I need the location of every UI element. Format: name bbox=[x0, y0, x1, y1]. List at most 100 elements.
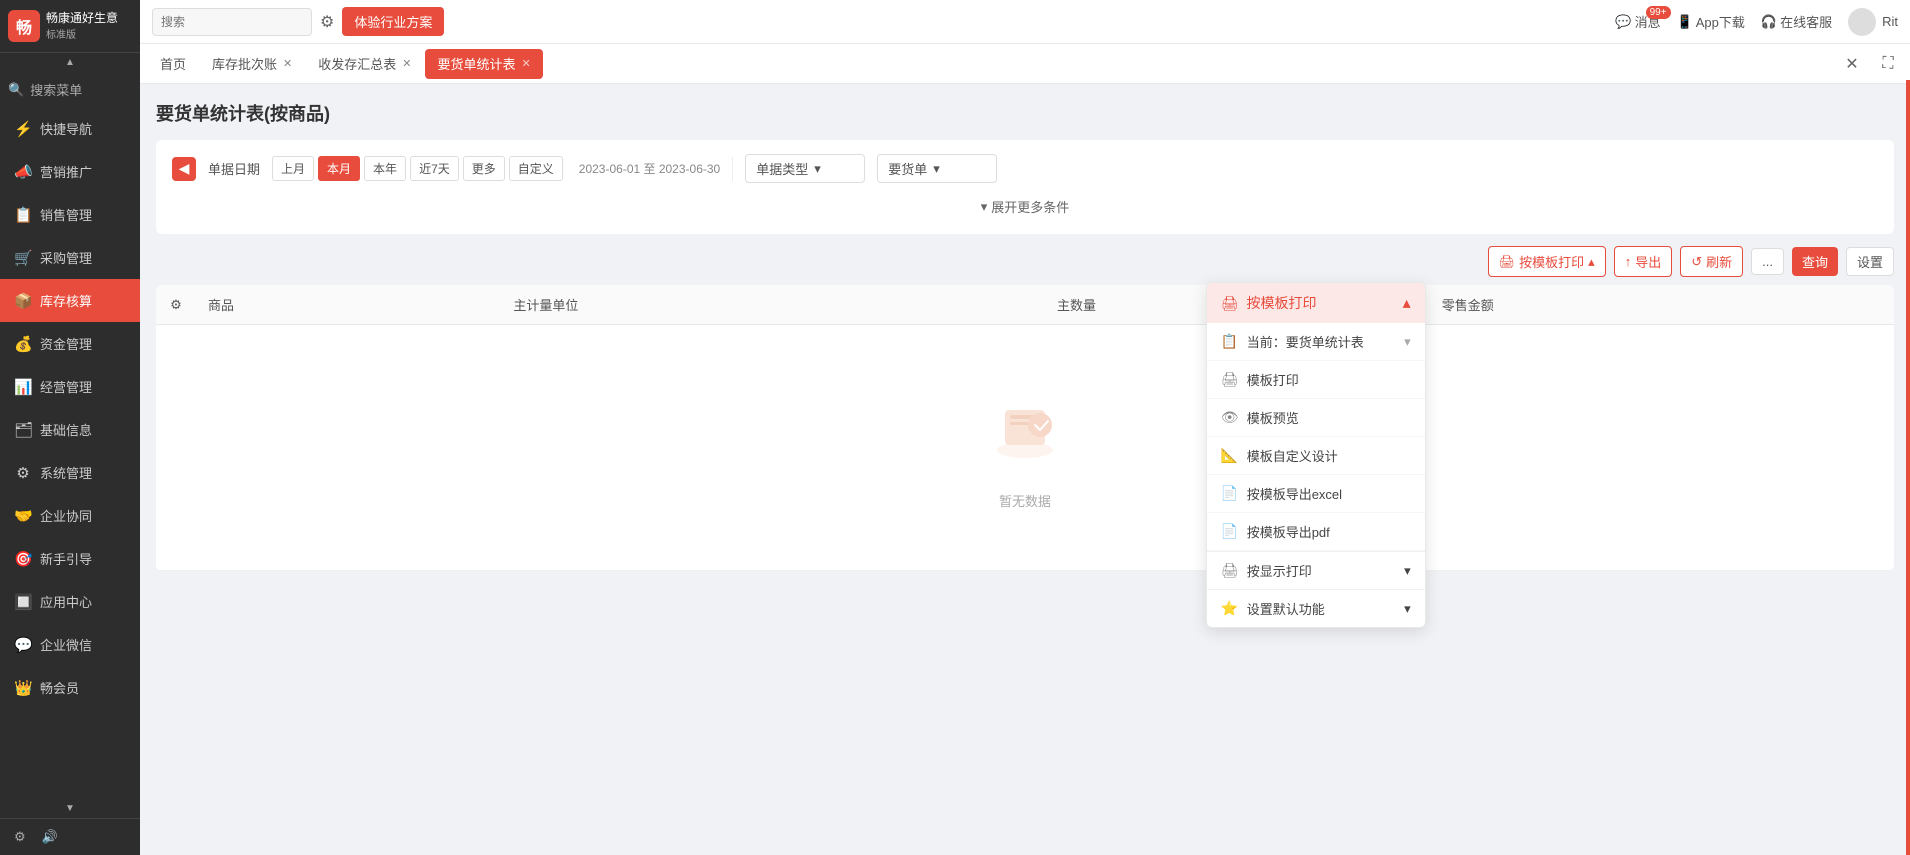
sidebar-item-sales[interactable]: 📋 销售管理 bbox=[0, 193, 140, 236]
dropdown-template-custom[interactable]: 📐 模板自定义设计 bbox=[1207, 437, 1425, 475]
app-logo-icon: 畅 bbox=[8, 10, 40, 42]
doc-type-label: 单据类型 bbox=[756, 159, 808, 178]
sidebar-item-basics[interactable]: 🗂 基础信息 bbox=[0, 408, 140, 451]
refresh-button[interactable]: ↺ 刷新 bbox=[1680, 246, 1743, 277]
date-btn-prev-month[interactable]: 上月 bbox=[272, 156, 314, 181]
sidebar-item-inventory[interactable]: 📦 库存核算 bbox=[0, 279, 140, 322]
print-template-button[interactable]: 🖨 按模板打印 bbox=[1488, 246, 1606, 277]
tab-order-stats[interactable]: 要货单统计表 ✕ bbox=[425, 49, 542, 79]
template-pdf-label: 按模板导出pdf bbox=[1247, 522, 1330, 541]
sidebar-item-quick-nav[interactable]: ⚡ 快捷导航 bbox=[0, 107, 140, 150]
sidebar-item-marketing[interactable]: 📣 营销推广 bbox=[0, 150, 140, 193]
service-icon: 🎧 bbox=[1761, 14, 1777, 30]
data-table-card: ⚙ 商品 主计量单位 主数量 零售金额 bbox=[156, 285, 1894, 571]
dropdown-current-label: 当前：要货单统计表 bbox=[1247, 332, 1364, 351]
sidebar-item-finance[interactable]: 💰 资金管理 bbox=[0, 322, 140, 365]
settings-button[interactable]: 设置 bbox=[1846, 247, 1894, 276]
sidebar-item-label: 应用中心 bbox=[40, 592, 92, 611]
marketing-icon: 📣 bbox=[14, 163, 32, 181]
sidebar-scroll-up[interactable]: ▲ bbox=[0, 53, 140, 72]
messages-badge[interactable]: 💬 消息 99+ bbox=[1615, 12, 1660, 31]
tab-collection-summary-close[interactable]: ✕ bbox=[402, 57, 411, 70]
user-profile[interactable]: Rit bbox=[1848, 8, 1898, 36]
sidebar-item-guide[interactable]: 🎯 新手引导 bbox=[0, 537, 140, 580]
tab-fullscreen-button[interactable]: ⛶ bbox=[1874, 50, 1902, 78]
date-btn-current-year[interactable]: 本年 bbox=[364, 156, 406, 181]
col-goods: 商品 bbox=[196, 285, 501, 325]
download-icon: 📱 bbox=[1677, 14, 1693, 30]
more-label: ... bbox=[1762, 254, 1773, 269]
goods-filter-select[interactable]: 要货单 bbox=[877, 154, 997, 183]
sidebar-item-operation[interactable]: 📊 经营管理 bbox=[0, 365, 140, 408]
online-service[interactable]: 🎧 在线客服 bbox=[1761, 12, 1832, 31]
tab-inventory-batch[interactable]: 库存批次账 ✕ bbox=[200, 49, 304, 79]
sidebar-item-wechat[interactable]: 💬 企业微信 bbox=[0, 623, 140, 666]
print-template-label: 按模板打印 bbox=[1519, 252, 1584, 271]
sidebar-item-member[interactable]: 👑 畅会员 bbox=[0, 666, 140, 709]
user-name: Rit bbox=[1882, 14, 1898, 29]
dropdown-template-pdf[interactable]: 📄 按模板导出pdf bbox=[1207, 513, 1425, 551]
col-settings[interactable]: ⚙ bbox=[156, 285, 196, 325]
display-print-icon: 🖨 bbox=[1221, 562, 1237, 579]
message-icon: 💬 bbox=[1615, 14, 1631, 30]
query-button[interactable]: 查询 bbox=[1792, 247, 1838, 276]
dropdown-header: 🖨 按模板打印 ▴ bbox=[1207, 283, 1425, 323]
expand-more-button[interactable]: ▾ 展开更多条件 bbox=[973, 193, 1078, 220]
more-button[interactable]: ... bbox=[1751, 248, 1784, 275]
app-download[interactable]: 📱 App下载 bbox=[1677, 12, 1745, 31]
date-btn-more[interactable]: 更多 bbox=[463, 156, 505, 181]
tab-inventory-batch-close[interactable]: ✕ bbox=[283, 57, 292, 70]
export-label: 导出 bbox=[1635, 252, 1661, 271]
search-input[interactable] bbox=[152, 8, 312, 36]
sidebar-scroll-down[interactable]: ▼ bbox=[0, 799, 140, 818]
sidebar-nav: ⚡ 快捷导航 📣 营销推广 📋 销售管理 🛒 采购管理 📦 库存核算 💰 资金管… bbox=[0, 107, 140, 799]
filter-collapse-button[interactable]: ◀ bbox=[172, 157, 196, 181]
quick-nav-icon: ⚡ bbox=[14, 120, 32, 138]
dropdown-template-print[interactable]: 🖨 模板打印 bbox=[1207, 361, 1425, 399]
dropdown-template-excel[interactable]: 📄 按模板导出excel bbox=[1207, 475, 1425, 513]
table-body: 暂无数据 bbox=[156, 325, 1894, 571]
dropdown-template-preview[interactable]: 👁 模板预览 bbox=[1207, 399, 1425, 437]
tab-collection-summary[interactable]: 收发存汇总表 ✕ bbox=[306, 49, 423, 79]
volume-icon[interactable]: 🔊 bbox=[42, 829, 58, 845]
empty-state: 暂无数据 bbox=[156, 325, 1894, 570]
tab-order-stats-close[interactable]: ✕ bbox=[522, 57, 531, 70]
date-btn-last-7-days[interactable]: 近7天 bbox=[410, 156, 459, 181]
topbar-right: 💬 消息 99+ 📱 App下载 🎧 在线客服 Rit bbox=[1615, 8, 1898, 36]
display-print-label: 按显示打印 bbox=[1247, 561, 1312, 580]
dropdown-title: 按模板打印 bbox=[1246, 293, 1316, 313]
doc-type-select[interactable]: 单据类型 bbox=[745, 154, 865, 183]
print-dropdown-menu: 🖨 按模板打印 ▴ 📋 当前：要货单统计表 🖨 模板打印 bbox=[1206, 282, 1426, 628]
sidebar-search-item[interactable]: 🔍 搜索菜单 bbox=[0, 72, 140, 107]
sidebar-item-label: 经营管理 bbox=[40, 377, 92, 396]
template-excel-label: 按模板导出excel bbox=[1247, 484, 1342, 503]
gear-icon[interactable]: ⚙ bbox=[320, 12, 334, 32]
dropdown-display-print[interactable]: 🖨 按显示打印 bbox=[1207, 551, 1425, 589]
tab-close-all-button[interactable]: ✕ bbox=[1838, 50, 1866, 78]
filter-row-top: ◀ 单据日期 上月 本月 本年 近7天 更多 自定义 2023-06-01 至 … bbox=[172, 154, 1878, 183]
date-btn-current-month[interactable]: 本月 bbox=[318, 156, 360, 181]
sidebar-item-enterprise[interactable]: 🤝 企业协同 bbox=[0, 494, 140, 537]
sidebar-item-apps[interactable]: 🔲 应用中心 bbox=[0, 580, 140, 623]
settings-icon[interactable]: ⚙ bbox=[14, 829, 26, 845]
user-avatar bbox=[1848, 8, 1876, 36]
sidebar-item-system[interactable]: ⚙ 系统管理 bbox=[0, 451, 140, 494]
resize-handle[interactable] bbox=[1906, 84, 1910, 855]
sales-icon: 📋 bbox=[14, 206, 32, 224]
dropdown-set-default[interactable]: ⭐ 设置默认功能 bbox=[1207, 589, 1425, 627]
dropdown-current-item[interactable]: 📋 当前：要货单统计表 bbox=[1207, 323, 1425, 361]
empty-illustration bbox=[985, 385, 1065, 479]
tab-home[interactable]: 首页 bbox=[148, 49, 198, 79]
export-icon: ↑ bbox=[1625, 254, 1632, 269]
set-default-label: 设置默认功能 bbox=[1247, 599, 1325, 618]
sidebar-item-purchase[interactable]: 🛒 采购管理 bbox=[0, 236, 140, 279]
dropdown-close-icon[interactable]: ▴ bbox=[1403, 293, 1411, 313]
print-icon: 🖨 bbox=[1499, 254, 1516, 270]
date-range-text: 2023-06-01 至 2023-06-30 bbox=[579, 160, 720, 177]
app-version: 标准版 bbox=[46, 26, 118, 41]
trial-button[interactable]: 体验行业方案 bbox=[342, 7, 444, 36]
apps-icon: 🔲 bbox=[14, 593, 32, 611]
date-btn-custom[interactable]: 自定义 bbox=[509, 156, 563, 181]
expand-row: ▾ 展开更多条件 bbox=[172, 193, 1878, 220]
export-button[interactable]: ↑ 导出 bbox=[1614, 246, 1673, 277]
